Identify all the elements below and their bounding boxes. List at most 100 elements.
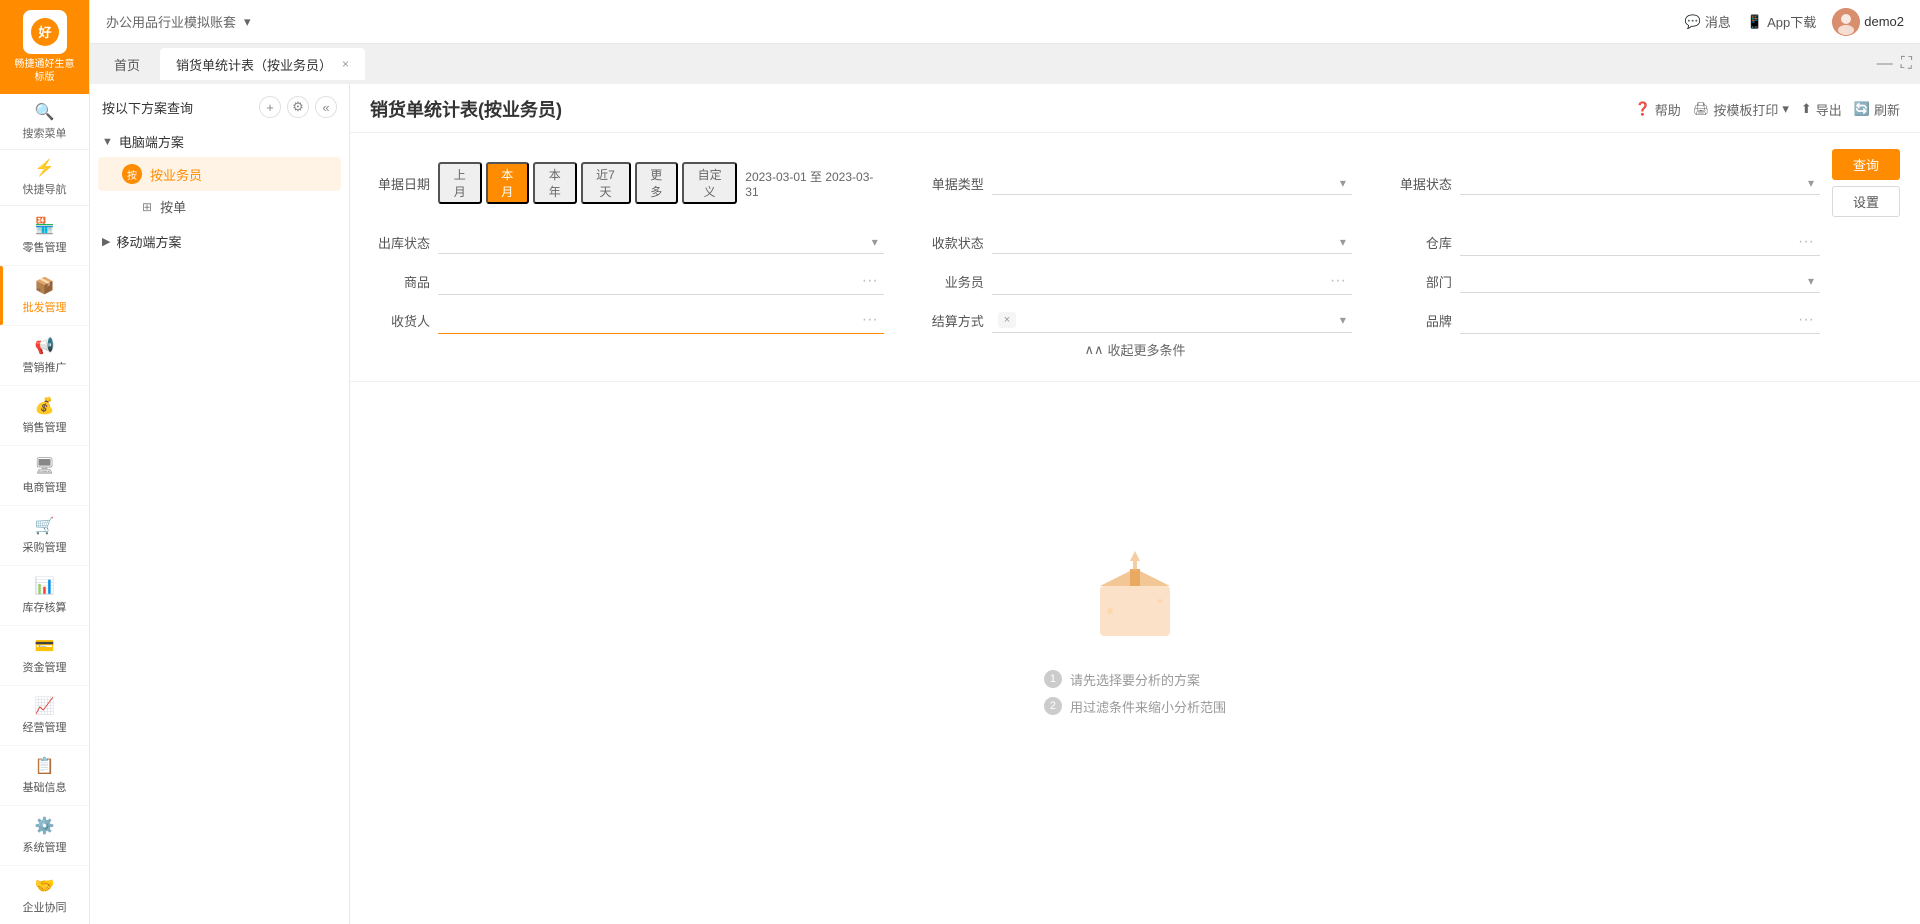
avatar [1832, 8, 1860, 36]
collapse-up-icon: ∧∧ [1084, 342, 1103, 358]
date-prev-month-button[interactable]: 上月 [438, 162, 482, 204]
app-download-button[interactable]: 📱 App下载 [1747, 12, 1816, 31]
tip-2-num: 2 [1044, 697, 1062, 715]
sidebar-item-sales[interactable]: 💰 销售管理 [0, 386, 89, 446]
sidebar-logo[interactable]: 好 畅捷通好生意 标版 [0, 0, 89, 94]
print-button[interactable]: 🖨 按模板打印 ▾ [1693, 100, 1789, 119]
plan-settings-button[interactable]: ⚙ [287, 96, 309, 118]
tab-minimize-button[interactable]: — [1877, 55, 1893, 73]
sidebar-item-operations[interactable]: 📈 经营管理 [0, 686, 89, 746]
logo-icon: 好 [23, 10, 67, 54]
sidebar-item-basic-label: 基础信息 [23, 779, 67, 795]
brand-dots-icon[interactable]: ··· [1798, 311, 1814, 329]
sidebar-item-wholesale[interactable]: 📦 批发管理 [0, 266, 89, 326]
filter-date: 单据日期 上月 本月 本年 近7天 更多 自定义 2023-03-01 至 20… [370, 162, 884, 204]
collapse-label: 收起更多条件 [1108, 340, 1186, 359]
sub-item-icon: ⊞ [142, 200, 152, 214]
add-plan-button[interactable]: + [259, 96, 281, 118]
consignee-dots-icon[interactable]: ··· [862, 311, 878, 329]
sidebar-item-ecommerce[interactable]: 🖥 电商管理 [0, 446, 89, 506]
salesperson-dots-icon[interactable]: ··· [1330, 272, 1346, 290]
plan-item-salesperson-label: 按业务员 [150, 165, 202, 184]
sidebar-item-sales-label: 销售管理 [23, 419, 67, 435]
retail-icon: 🏪 [35, 216, 55, 236]
warehouse-input[interactable] [1466, 235, 1798, 250]
tab-close-icon[interactable]: × [342, 57, 349, 71]
collapse-button[interactable]: ∧∧ 收起更多条件 [370, 334, 1900, 365]
stock-status-select[interactable]: ▾ [438, 231, 884, 254]
sidebar-item-purchase[interactable]: 🛒 采购管理 [0, 506, 89, 566]
salesperson-input[interactable] [998, 274, 1330, 289]
sidebar-item-finance[interactable]: 💳 资金管理 [0, 626, 89, 686]
panel-collapse-button[interactable]: « [315, 96, 337, 118]
brand-input[interactable] [1466, 313, 1798, 328]
product-input[interactable] [444, 274, 862, 289]
tab-sales-stats[interactable]: 销货单统计表（按业务员） × [160, 48, 365, 80]
date-quick-buttons: 上月 本月 本年 近7天 更多 自定义 2023-03-01 至 2023-03… [438, 162, 884, 204]
sidebar-item-inventory-label: 库存核算 [23, 599, 67, 615]
left-panel-header: 按以下方案查询 + ⚙ « [90, 96, 349, 126]
salesperson-input-wrap[interactable]: ··· [992, 268, 1352, 295]
mobile-group-label: 移动端方案 [116, 232, 181, 251]
mobile-plan-group: ▶ 移动端方案 [90, 226, 349, 257]
sidebar-item-inventory[interactable]: 📊 库存核算 [0, 566, 89, 626]
consignee-label: 收货人 [370, 311, 430, 330]
help-button[interactable]: ❓ 帮助 [1635, 100, 1681, 119]
wholesale-icon: 📦 [35, 276, 55, 296]
date-this-month-button[interactable]: 本月 [486, 162, 530, 204]
product-input-wrap[interactable]: ··· [438, 268, 884, 295]
settings-button[interactable]: 设置 [1832, 186, 1900, 217]
consignee-input-wrap[interactable]: ··· [438, 307, 884, 334]
collapse-icon: « [322, 100, 329, 115]
plan-sub-item-by-order[interactable]: ⊞ 按单 [98, 191, 341, 222]
user-profile[interactable]: demo2 [1832, 8, 1904, 36]
export-label: 导出 [1816, 100, 1842, 119]
consignee-input[interactable] [444, 313, 862, 328]
sidebar-quick-nav[interactable]: ⚡ 快捷导航 [0, 150, 89, 206]
order-status-label: 单据状态 [1392, 174, 1452, 193]
sidebar-item-system[interactable]: ⚙️ 系统管理 [0, 806, 89, 866]
warehouse-dots-icon[interactable]: ··· [1798, 233, 1814, 251]
date-custom-button[interactable]: 自定义 [682, 162, 737, 204]
sidebar-item-enterprise[interactable]: 🤝 企业协同 [0, 866, 89, 924]
topbar-right: 💬 消息 📱 App下载 demo2 [1685, 8, 1904, 36]
plan-item-by-salesperson[interactable]: 按 按业务员 [98, 157, 341, 191]
main-area: 办公用品行业模拟账套 ▾ 💬 消息 📱 App下载 [90, 0, 1920, 924]
sidebar-item-marketing[interactable]: 📢 营销推广 [0, 326, 89, 386]
sidebar-search[interactable]: 🔍 搜索菜单 [0, 94, 89, 150]
date-more-button[interactable]: 更多 [635, 162, 679, 204]
payment-method-tag-close[interactable]: × [1004, 314, 1010, 326]
filter-row-4: 收货人 ··· 结算方式 × [370, 307, 1900, 334]
filter-payment-status: 收款状态 ▾ [924, 231, 1352, 254]
salesperson-label: 业务员 [924, 272, 984, 291]
product-dots-icon[interactable]: ··· [862, 272, 878, 290]
tab-maximize-button[interactable]: ⛶ [1901, 55, 1912, 73]
export-button[interactable]: ⬆ 导出 [1801, 100, 1842, 119]
home-tab-label: 首页 [114, 55, 140, 74]
topbar-dropdown[interactable]: ▾ [244, 14, 251, 30]
message-button[interactable]: 💬 消息 [1685, 12, 1731, 31]
message-label: 消息 [1705, 12, 1731, 31]
order-status-select[interactable]: ▾ [1460, 172, 1820, 195]
department-select[interactable]: ▾ [1460, 270, 1820, 293]
order-type-arrow-icon: ▾ [1340, 176, 1346, 190]
message-icon: 💬 [1685, 14, 1701, 30]
query-button[interactable]: 查询 [1832, 149, 1900, 180]
app-download-icon: 📱 [1747, 14, 1763, 30]
refresh-button[interactable]: 🔄 刷新 [1854, 100, 1900, 119]
brand-input-wrap[interactable]: ··· [1460, 307, 1820, 334]
sidebar-item-finance-label: 资金管理 [23, 659, 67, 675]
warehouse-input-wrap[interactable]: ··· [1460, 229, 1820, 256]
sidebar-item-basic[interactable]: 📋 基础信息 [0, 746, 89, 806]
payment-status-select[interactable]: ▾ [992, 231, 1352, 254]
date-this-year-button[interactable]: 本年 [533, 162, 577, 204]
sidebar-item-retail[interactable]: 🏪 零售管理 [0, 206, 89, 266]
mobile-group-header[interactable]: ▶ 移动端方案 [98, 226, 341, 257]
refresh-label: 刷新 [1874, 100, 1900, 119]
filter-consignee: 收货人 ··· [370, 307, 884, 334]
order-type-select[interactable]: ▾ [992, 172, 1352, 195]
tab-home[interactable]: 首页 [98, 48, 156, 80]
help-icon: ❓ [1635, 101, 1651, 117]
date-7days-button[interactable]: 近7天 [581, 162, 631, 204]
desktop-group-header[interactable]: ▼ 电脑端方案 [98, 126, 341, 157]
